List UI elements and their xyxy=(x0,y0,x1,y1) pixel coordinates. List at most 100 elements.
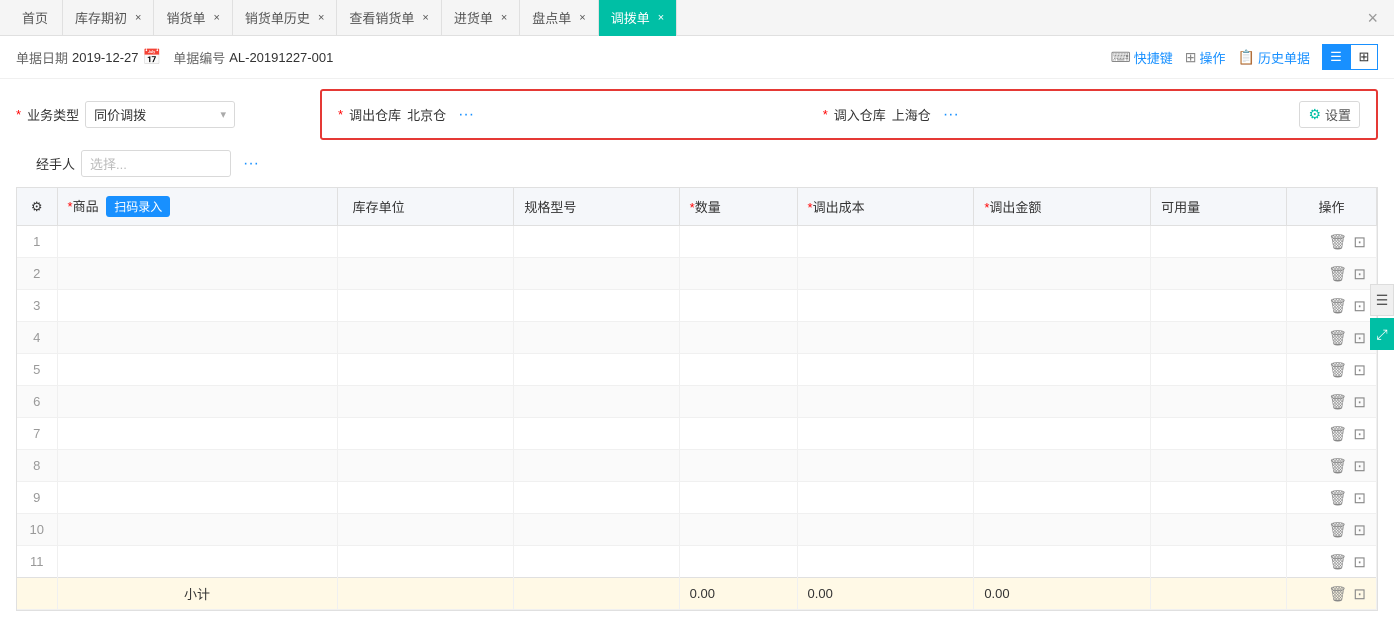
delete-icon[interactable]: 🗑 xyxy=(1328,361,1347,379)
row-amount[interactable] xyxy=(974,354,1151,386)
row-qty[interactable] xyxy=(679,258,797,290)
row-product[interactable] xyxy=(57,418,337,450)
row-amount[interactable] xyxy=(974,322,1151,354)
copy-icon[interactable]: ⊡ xyxy=(1353,361,1366,379)
subtotal-delete-icon[interactable]: 🗑 xyxy=(1328,585,1347,603)
copy-icon[interactable]: ⊡ xyxy=(1353,265,1366,283)
row-amount[interactable] xyxy=(974,226,1151,258)
row-cost[interactable] xyxy=(797,450,974,482)
row-qty[interactable] xyxy=(679,226,797,258)
close-window-btn[interactable]: × xyxy=(1367,8,1378,29)
operate-btn[interactable]: ⊞ 操作 xyxy=(1185,48,1226,67)
row-cost[interactable] xyxy=(797,354,974,386)
row-cost[interactable] xyxy=(797,226,974,258)
row-amount[interactable] xyxy=(974,514,1151,546)
tab-sales-order[interactable]: 销货单 × xyxy=(154,0,232,36)
tab-close-purchase[interactable]: × xyxy=(501,12,507,24)
tab-close-transfer[interactable]: × xyxy=(658,12,664,24)
copy-icon[interactable]: ⊡ xyxy=(1353,425,1366,443)
delete-icon[interactable]: 🗑 xyxy=(1328,457,1347,475)
subtotal-copy-icon[interactable]: ⊡ xyxy=(1353,585,1366,603)
tab-purchase[interactable]: 进货单 × xyxy=(442,0,520,36)
tab-close-inventory-init[interactable]: × xyxy=(135,12,141,24)
calendar-icon[interactable]: 📅 xyxy=(143,48,162,66)
row-qty[interactable] xyxy=(679,354,797,386)
person-select[interactable]: 选择... xyxy=(81,150,231,177)
tab-close-sales[interactable]: × xyxy=(213,12,219,24)
row-amount[interactable] xyxy=(974,258,1151,290)
copy-icon[interactable]: ⊡ xyxy=(1353,457,1366,475)
row-qty[interactable] xyxy=(679,322,797,354)
biz-type-select[interactable]: 同价调拨 ▾ xyxy=(85,101,235,128)
grid-view-btn[interactable]: ⊞ xyxy=(1350,44,1378,70)
scan-btn[interactable]: 扫码录入 xyxy=(106,196,170,217)
delete-icon[interactable]: 🗑 xyxy=(1328,233,1347,251)
delete-icon[interactable]: 🗑 xyxy=(1328,265,1347,283)
row-amount[interactable] xyxy=(974,482,1151,514)
row-qty[interactable] xyxy=(679,290,797,322)
row-product[interactable] xyxy=(57,258,337,290)
copy-icon[interactable]: ⊡ xyxy=(1353,233,1366,251)
row-cost[interactable] xyxy=(797,482,974,514)
in-warehouse-dots[interactable]: ··· xyxy=(937,106,965,124)
row-cost[interactable] xyxy=(797,258,974,290)
copy-icon[interactable]: ⊡ xyxy=(1353,553,1366,571)
row-qty[interactable] xyxy=(679,514,797,546)
delete-icon[interactable]: 🗑 xyxy=(1328,329,1347,347)
tab-stocktake[interactable]: 盘点单 × xyxy=(520,0,598,36)
tab-view-sales[interactable]: 查看销货单 × xyxy=(337,0,441,36)
tab-home[interactable]: 首页 xyxy=(8,0,63,36)
shortcut-btn[interactable]: ⌨ 快捷键 xyxy=(1111,48,1173,67)
delete-icon[interactable]: 🗑 xyxy=(1328,521,1347,539)
copy-icon[interactable]: ⊡ xyxy=(1353,329,1366,347)
row-qty[interactable] xyxy=(679,418,797,450)
delete-icon[interactable]: 🗑 xyxy=(1328,553,1347,571)
tab-sales-history[interactable]: 销货单历史 × xyxy=(233,0,337,36)
copy-icon[interactable]: ⊡ xyxy=(1353,489,1366,507)
row-cost[interactable] xyxy=(797,418,974,450)
row-product[interactable] xyxy=(57,290,337,322)
row-qty[interactable] xyxy=(679,386,797,418)
row-qty[interactable] xyxy=(679,450,797,482)
history-btn[interactable]: 📋 历史单据 xyxy=(1238,48,1310,67)
list-view-btn[interactable]: ☰ xyxy=(1322,44,1350,70)
row-cost[interactable] xyxy=(797,546,974,578)
row-qty[interactable] xyxy=(679,482,797,514)
tab-close-sales-history[interactable]: × xyxy=(318,12,324,24)
row-product[interactable] xyxy=(57,546,337,578)
gear-header-icon[interactable]: ⚙ xyxy=(31,199,43,214)
tab-close-stocktake[interactable]: × xyxy=(579,12,585,24)
row-product[interactable] xyxy=(57,482,337,514)
tab-close-view-sales[interactable]: × xyxy=(422,12,428,24)
copy-icon[interactable]: ⊡ xyxy=(1353,521,1366,539)
copy-icon[interactable]: ⊡ xyxy=(1353,297,1366,315)
row-product[interactable] xyxy=(57,226,337,258)
out-warehouse-dots[interactable]: ··· xyxy=(452,106,480,124)
delete-icon[interactable]: 🗑 xyxy=(1328,297,1347,315)
delete-icon[interactable]: 🗑 xyxy=(1328,393,1347,411)
row-cost[interactable] xyxy=(797,290,974,322)
row-amount[interactable] xyxy=(974,386,1151,418)
copy-icon[interactable]: ⊡ xyxy=(1353,393,1366,411)
person-dots[interactable]: ··· xyxy=(237,155,265,173)
row-product[interactable] xyxy=(57,322,337,354)
row-cost[interactable] xyxy=(797,322,974,354)
row-amount[interactable] xyxy=(974,450,1151,482)
tab-transfer[interactable]: 调拨单 × xyxy=(599,0,677,36)
row-product[interactable] xyxy=(57,386,337,418)
row-amount[interactable] xyxy=(974,418,1151,450)
row-cost[interactable] xyxy=(797,386,974,418)
row-amount[interactable] xyxy=(974,546,1151,578)
row-qty[interactable] xyxy=(679,546,797,578)
delete-icon[interactable]: 🗑 xyxy=(1328,489,1347,507)
row-product[interactable] xyxy=(57,354,337,386)
row-product[interactable] xyxy=(57,450,337,482)
float-list-btn[interactable]: ☰ xyxy=(1370,284,1394,316)
float-expand-btn[interactable]: ⤢ xyxy=(1370,318,1394,350)
row-cost[interactable] xyxy=(797,514,974,546)
row-amount[interactable] xyxy=(974,290,1151,322)
row-product[interactable] xyxy=(57,514,337,546)
delete-icon[interactable]: 🗑 xyxy=(1328,425,1347,443)
settings-btn[interactable]: ⚙ 设置 xyxy=(1299,101,1360,128)
tab-inventory-init[interactable]: 库存期初 × xyxy=(63,0,154,36)
